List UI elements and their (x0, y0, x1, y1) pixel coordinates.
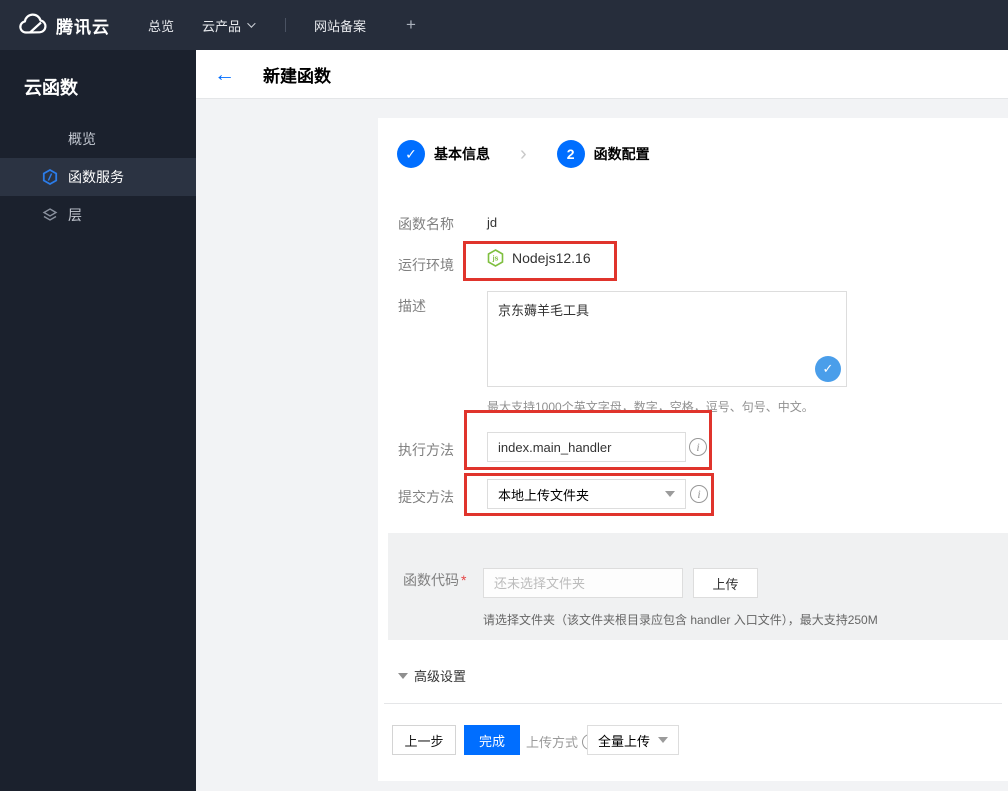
folder-path-input[interactable] (483, 568, 683, 598)
upload-button[interactable]: 上传 (693, 568, 758, 598)
nav-item-overview[interactable]: 总览 (148, 16, 174, 35)
page: 腾讯云 总览 云产品 网站备案 + 云函数 概览 函数服务 层 ← 新建函数 ✓… (0, 0, 1008, 791)
chevron-down-icon (665, 491, 675, 497)
sidebar-item-overview[interactable]: 概览 (0, 120, 196, 158)
function-hexagon-icon (42, 169, 58, 185)
description-textarea[interactable]: 京东薅羊毛工具 ✓ (487, 291, 847, 387)
handler-info-icon[interactable]: i (689, 438, 707, 456)
function-name-label: 函数名称 (398, 216, 454, 232)
grid-icon (42, 131, 58, 147)
step-2-label: 函数配置 (593, 146, 650, 162)
submit-method-info-icon[interactable]: i (690, 485, 708, 503)
handler-input[interactable] (487, 432, 686, 462)
sidebar-item-label: 层 (68, 207, 82, 223)
page-title: 新建函数 (263, 66, 331, 86)
advanced-settings-toggle[interactable]: 高级设置 (398, 666, 466, 685)
brand[interactable]: 腾讯云 (17, 13, 110, 38)
chevron-down-icon (247, 19, 256, 28)
sidebar-item-layers[interactable]: 层 (0, 196, 196, 234)
layers-icon (42, 207, 58, 223)
required-asterisk: * (461, 572, 467, 588)
description-hint: 最大支持1000个英文字母，数字，空格，逗号、句号、中文。 (487, 400, 814, 414)
advanced-settings-label: 高级设置 (414, 669, 467, 684)
submit-method-value: 本地上传文件夹 (498, 487, 590, 503)
steps-indicator: ✓ 基本信息 › 2 函数配置 (397, 140, 650, 168)
function-code-label: 函数代码 * (403, 572, 467, 588)
page-header: ← 新建函数 (196, 50, 1008, 99)
triangle-down-icon (398, 672, 408, 679)
runtime-value: Nodejs12.16 (512, 250, 591, 266)
nav-item-beian[interactable]: 网站备案 (314, 16, 366, 35)
nav-divider (285, 18, 287, 32)
nodejs-icon: js (487, 249, 504, 267)
previous-step-button[interactable]: 上一步 (392, 725, 456, 755)
step-chevron-icon: › (520, 143, 527, 165)
nav-menu: 总览 云产品 网站备案 + (148, 15, 444, 35)
submit-method-label: 提交方法 (398, 489, 454, 505)
sidebar-item-function-service[interactable]: 函数服务 (0, 158, 196, 196)
handler-label: 执行方法 (398, 442, 454, 458)
create-function-card: ✓ 基本信息 › 2 函数配置 函数名称 jd 运行环境 js Nodejs12… (378, 118, 1008, 781)
folder-hint: 请选择文件夹（该文件夹根目录应包含 handler 入口文件），最大支持250M (483, 613, 878, 627)
sidebar: 云函数 概览 函数服务 层 (0, 50, 196, 791)
sidebar-item-label: 概览 (68, 131, 96, 147)
sidebar-title: 云函数 (24, 78, 78, 98)
back-arrow-icon[interactable]: ← (214, 64, 235, 85)
footer-divider (384, 703, 1002, 704)
upload-mode-select[interactable]: 全量上传 (587, 725, 679, 755)
runtime-label: 运行环境 (398, 257, 454, 273)
step-1-check-icon: ✓ (397, 140, 425, 168)
upload-mode-value: 全量上传 (598, 733, 651, 749)
description-text: 京东薅羊毛工具 (498, 303, 590, 318)
finish-button[interactable]: 完成 (464, 725, 520, 755)
nav-item-products[interactable]: 云产品 (202, 16, 256, 35)
brand-name: 腾讯云 (56, 17, 110, 37)
description-label: 描述 (398, 298, 426, 314)
step-2-number: 2 (556, 140, 585, 168)
valid-check-icon: ✓ (815, 356, 841, 382)
step-1-label: 基本信息 (434, 146, 490, 162)
top-navbar: 腾讯云 总览 云产品 网站备案 + (0, 0, 1008, 50)
submit-method-select[interactable]: 本地上传文件夹 (487, 479, 686, 509)
nav-item-products-label: 云产品 (202, 18, 242, 34)
add-tab-icon[interactable]: + (406, 15, 416, 35)
function-name-value: jd (487, 215, 498, 230)
tencent-cloud-logo-icon (19, 13, 47, 34)
runtime-value-wrap: js Nodejs12.16 (487, 249, 591, 267)
sidebar-item-label: 函数服务 (68, 169, 124, 185)
svg-text:js: js (492, 256, 499, 263)
chevron-down-icon (658, 737, 668, 743)
